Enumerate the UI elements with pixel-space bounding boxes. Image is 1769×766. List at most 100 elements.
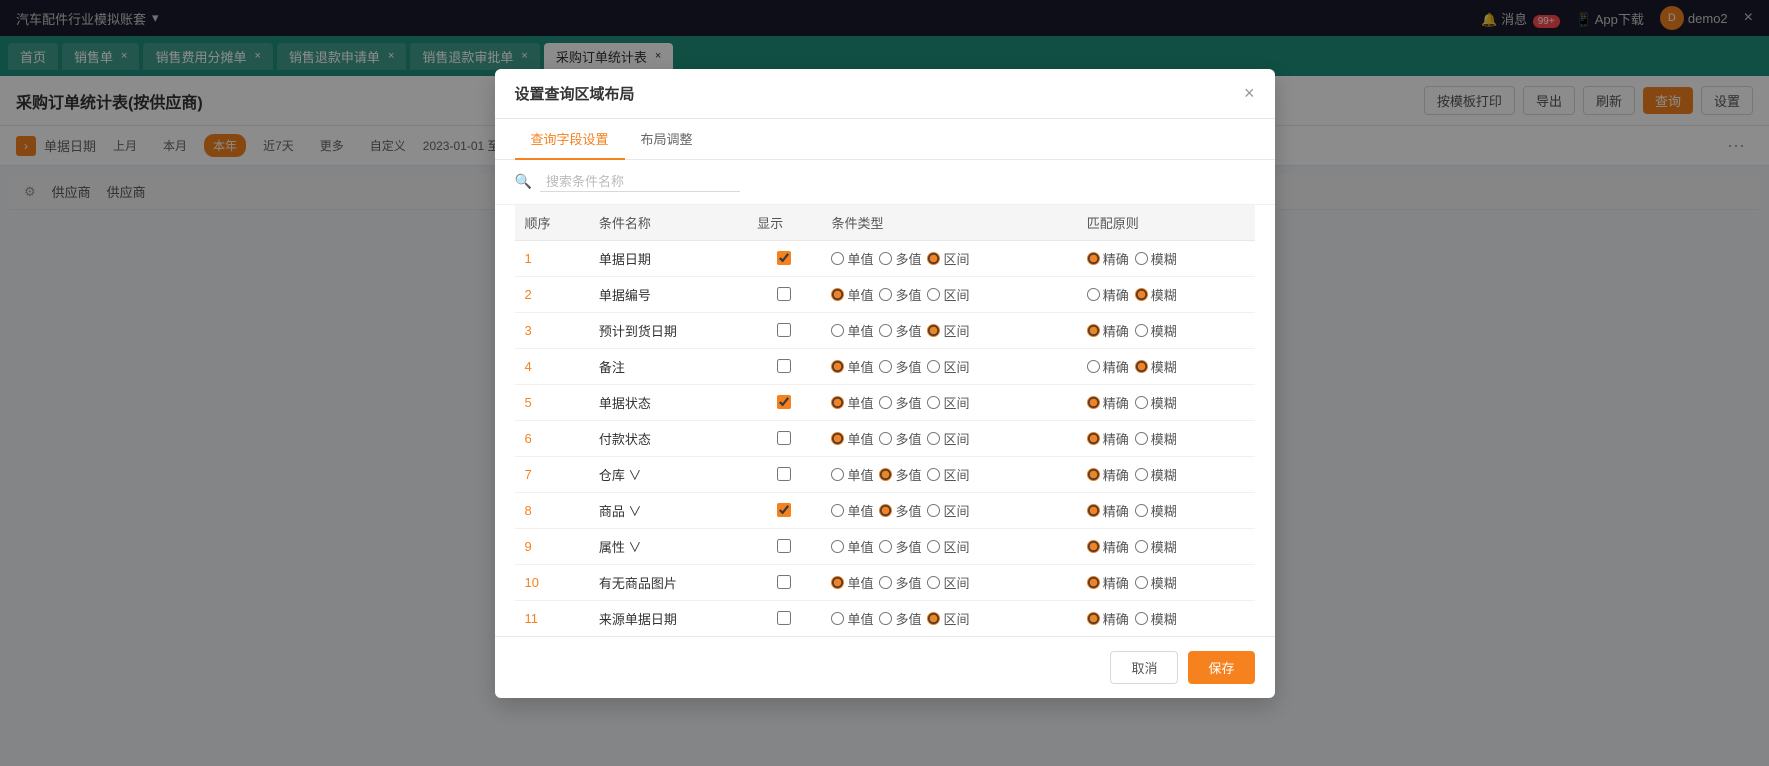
- radio-match-fuzzy[interactable]: 模糊: [1135, 465, 1177, 484]
- row-condition-name: 商品 ∨: [589, 492, 747, 528]
- table-row: 2单据编号 单值多值区间 精确模糊: [515, 276, 1255, 312]
- radio-match-exact[interactable]: 精确: [1087, 537, 1129, 556]
- row-condition-name: 单据日期: [589, 240, 747, 276]
- radio-type-range[interactable]: 区间: [927, 249, 969, 268]
- row-display-check: [747, 420, 821, 456]
- display-checkbox[interactable]: [777, 251, 791, 265]
- dialog-search-area: 🔍: [495, 160, 1275, 205]
- radio-match-exact[interactable]: 精确: [1087, 249, 1129, 268]
- display-checkbox[interactable]: [777, 395, 791, 409]
- radio-type-range[interactable]: 区间: [927, 465, 969, 484]
- radio-type-multi[interactable]: 多值: [879, 501, 921, 520]
- display-checkbox[interactable]: [777, 503, 791, 517]
- row-display-check: [747, 492, 821, 528]
- radio-match-fuzzy[interactable]: 模糊: [1135, 501, 1177, 520]
- radio-type-range[interactable]: 区间: [927, 357, 969, 376]
- radio-type-multi[interactable]: 多值: [879, 249, 921, 268]
- display-checkbox[interactable]: [777, 323, 791, 337]
- display-checkbox[interactable]: [777, 359, 791, 373]
- radio-match-exact[interactable]: 精确: [1087, 357, 1129, 376]
- radio-match-fuzzy[interactable]: 模糊: [1135, 393, 1177, 412]
- row-condition-type: 单值多值区间: [821, 456, 1076, 492]
- radio-match-fuzzy[interactable]: 模糊: [1135, 609, 1177, 628]
- radio-type-single[interactable]: 单值: [831, 537, 873, 556]
- row-display-check: [747, 348, 821, 384]
- radio-match-exact[interactable]: 精确: [1087, 465, 1129, 484]
- radio-type-single[interactable]: 单值: [831, 465, 873, 484]
- row-display-check: [747, 456, 821, 492]
- cancel-btn[interactable]: 取消: [1110, 651, 1178, 684]
- radio-type-single[interactable]: 单值: [831, 285, 873, 304]
- radio-match-exact[interactable]: 精确: [1087, 321, 1129, 340]
- radio-match-fuzzy[interactable]: 模糊: [1135, 321, 1177, 340]
- table-row: 7仓库 ∨单值多值区间精确模糊: [515, 456, 1255, 492]
- radio-match-fuzzy[interactable]: 模糊: [1135, 573, 1177, 592]
- search-input[interactable]: [540, 172, 740, 192]
- radio-type-single[interactable]: 单值: [831, 321, 873, 340]
- tab-query-fields[interactable]: 查询字段设置: [515, 119, 625, 160]
- radio-type-single[interactable]: 单值: [831, 501, 873, 520]
- table-row: 4备注单值多值区间精确模糊: [515, 348, 1255, 384]
- row-match-rule: 精确模糊: [1077, 456, 1255, 492]
- radio-match-fuzzy[interactable]: 模糊: [1135, 537, 1177, 556]
- table-row: 9属性 ∨单值多值区间精确模糊: [515, 528, 1255, 564]
- display-checkbox[interactable]: [777, 287, 791, 301]
- row-match-rule: 精确模糊: [1077, 348, 1255, 384]
- radio-type-multi[interactable]: 多值: [879, 393, 921, 412]
- radio-type-multi[interactable]: 多值: [879, 429, 921, 448]
- row-condition-name: 付款状态: [589, 420, 747, 456]
- display-checkbox[interactable]: [777, 467, 791, 481]
- radio-type-multi[interactable]: 多值: [879, 537, 921, 556]
- row-condition-type: 单值多值区间: [821, 420, 1076, 456]
- radio-match-fuzzy[interactable]: 模糊: [1135, 429, 1177, 448]
- display-checkbox[interactable]: [777, 611, 791, 625]
- radio-type-single[interactable]: 单值: [831, 429, 873, 448]
- save-btn[interactable]: 保存: [1188, 651, 1254, 684]
- display-checkbox[interactable]: [777, 575, 791, 589]
- row-order: 8: [515, 492, 589, 528]
- radio-match-exact[interactable]: 精确: [1087, 429, 1129, 448]
- radio-type-range[interactable]: 区间: [927, 429, 969, 448]
- radio-type-single[interactable]: 单值: [831, 357, 873, 376]
- radio-type-range[interactable]: 区间: [927, 285, 969, 304]
- radio-type-multi[interactable]: 多值: [879, 465, 921, 484]
- radio-type-multi[interactable]: 多值: [879, 609, 921, 628]
- row-order: 10: [515, 564, 589, 600]
- row-condition-name: 单据编号: [589, 276, 747, 312]
- radio-match-exact[interactable]: 精确: [1087, 609, 1129, 628]
- row-condition-type: 单值多值区间: [821, 492, 1076, 528]
- radio-type-multi[interactable]: 多值: [879, 357, 921, 376]
- display-checkbox[interactable]: [777, 431, 791, 445]
- radio-type-range[interactable]: 区间: [927, 573, 969, 592]
- radio-type-single[interactable]: 单值: [831, 249, 873, 268]
- dialog-close-btn[interactable]: ×: [1244, 84, 1255, 102]
- row-condition-type: 单值多值区间: [821, 600, 1076, 636]
- radio-match-fuzzy[interactable]: 模糊: [1135, 249, 1177, 268]
- radio-type-range[interactable]: 区间: [927, 609, 969, 628]
- radio-type-single[interactable]: 单值: [831, 393, 873, 412]
- radio-type-single[interactable]: 单值: [831, 573, 873, 592]
- radio-type-multi[interactable]: 多值: [879, 321, 921, 340]
- row-match-rule: 精确模糊: [1077, 240, 1255, 276]
- radio-match-exact[interactable]: 精确: [1087, 393, 1129, 412]
- radio-match-exact[interactable]: 精确: [1087, 285, 1129, 304]
- row-condition-type: 单值多值区间: [821, 312, 1076, 348]
- radio-type-range[interactable]: 区间: [927, 537, 969, 556]
- radio-type-range[interactable]: 区间: [927, 321, 969, 340]
- row-display-check: [747, 312, 821, 348]
- display-checkbox[interactable]: [777, 539, 791, 553]
- radio-type-range[interactable]: 区间: [927, 393, 969, 412]
- radio-match-exact[interactable]: 精确: [1087, 501, 1129, 520]
- row-display-check: [747, 600, 821, 636]
- radio-match-fuzzy[interactable]: 模糊: [1135, 357, 1177, 376]
- tab-layout-adjust[interactable]: 布局调整: [625, 119, 709, 160]
- table-header: 顺序 条件名称 显示 条件类型 匹配原则: [515, 205, 1255, 241]
- row-order: 2: [515, 276, 589, 312]
- row-display-check: [747, 240, 821, 276]
- radio-type-range[interactable]: 区间: [927, 501, 969, 520]
- radio-match-fuzzy[interactable]: 模糊: [1135, 285, 1177, 304]
- radio-match-exact[interactable]: 精确: [1087, 573, 1129, 592]
- radio-type-multi[interactable]: 多值: [879, 573, 921, 592]
- radio-type-multi[interactable]: 多值: [879, 285, 921, 304]
- radio-type-single[interactable]: 单值: [831, 609, 873, 628]
